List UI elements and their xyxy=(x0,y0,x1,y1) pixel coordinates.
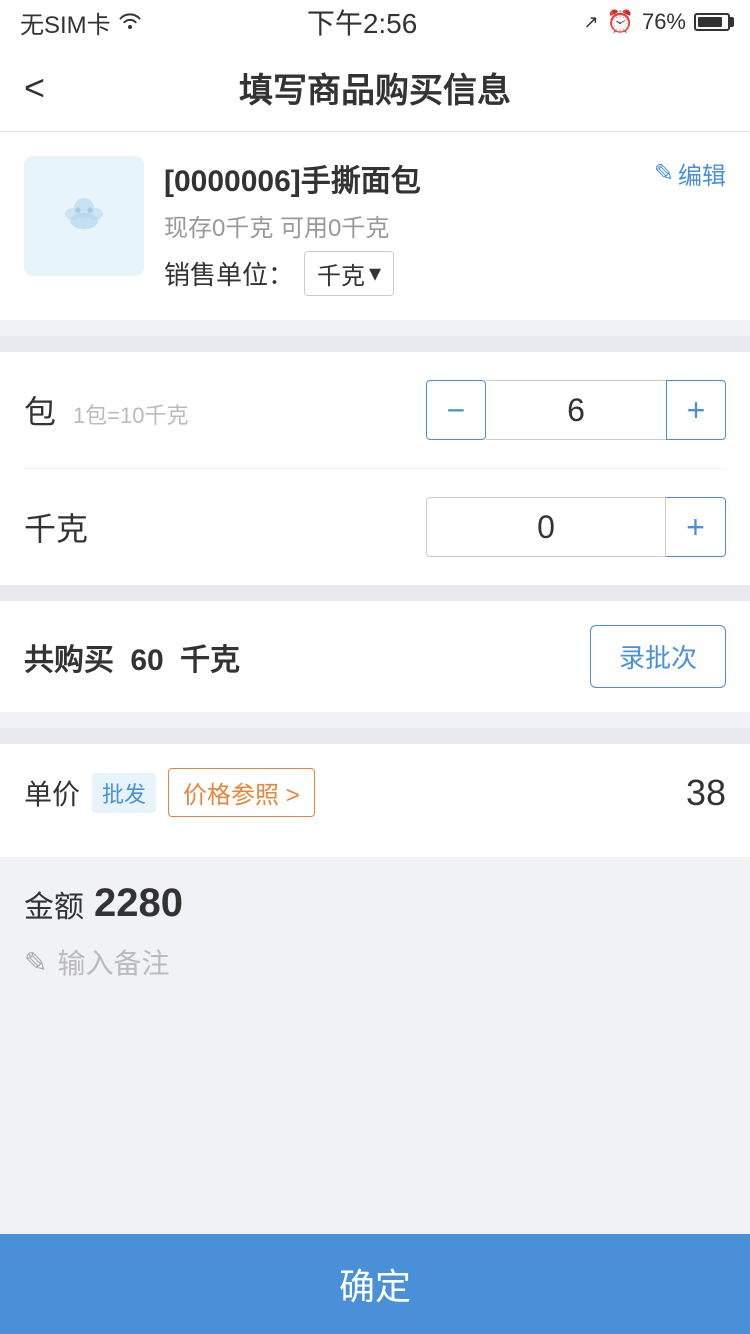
unit-label: 销售单位： xyxy=(164,255,294,292)
page-title: 填写商品购买信息 xyxy=(239,63,511,112)
product-info: [0000006]手撕面包 现存0千克 可用0千克 销售单位： 千克 ▾ xyxy=(164,156,726,296)
divider-2 xyxy=(0,585,750,601)
kg-plus-button[interactable]: + xyxy=(666,497,726,557)
summary-amount: 60 xyxy=(130,644,163,677)
product-unit-row: 销售单位： 千克 ▾ xyxy=(164,251,726,296)
amount-section: 金额 2280 ✎ 输入备注 xyxy=(0,857,750,1006)
unit-select[interactable]: 千克 ▾ xyxy=(304,251,394,296)
product-stock: 现存0千克 可用0千克 xyxy=(164,208,726,243)
price-value: 38 xyxy=(686,772,726,814)
status-time: 下午2:56 xyxy=(307,2,418,42)
product-thumbnail xyxy=(24,156,144,276)
status-right: ↗ ⏰ 76% xyxy=(583,9,730,35)
product-card: [0000006]手撕面包 现存0千克 可用0千克 销售单位： 千克 ▾ ✎ 编… xyxy=(0,132,750,320)
summary-text: 共购买 60 千克 xyxy=(24,635,240,679)
batch-button[interactable]: 录批次 xyxy=(590,625,726,688)
price-section: 单价 批发 价格参照 > 38 xyxy=(0,744,750,857)
status-bar: 无SIM卡 下午2:56 ↗ ⏰ 76% xyxy=(0,0,750,44)
chevron-down-icon: ▾ xyxy=(369,259,381,288)
bao-qty-control: − + xyxy=(426,380,726,440)
nav-bar: < 填写商品购买信息 xyxy=(0,44,750,132)
unit-value: 千克 xyxy=(317,256,365,291)
battery-icon xyxy=(694,13,730,31)
note-row[interactable]: ✎ 输入备注 xyxy=(24,942,726,982)
divider-3 xyxy=(0,728,750,744)
amount-label: 金额 xyxy=(24,882,84,926)
price-badge: 批发 xyxy=(92,773,156,813)
price-label: 单价 xyxy=(24,773,80,813)
bao-hint: 1包=10千克 xyxy=(73,403,189,428)
bao-quantity-input[interactable] xyxy=(486,380,666,440)
alarm-icon: ⏰ xyxy=(607,9,634,35)
back-button[interactable]: < xyxy=(24,67,45,109)
bao-section: 包 1包=10千克 − + 千克 + xyxy=(0,352,750,585)
confirm-button[interactable]: 确定 xyxy=(0,1234,750,1334)
amount-row: 金额 2280 xyxy=(24,881,726,926)
product-name: [0000006]手撕面包 xyxy=(164,156,726,200)
kg-label: 千克 xyxy=(24,504,426,550)
price-ref-button[interactable]: 价格参照 > xyxy=(168,768,315,817)
carrier-label: 无SIM卡 xyxy=(20,5,111,40)
edit-button[interactable]: ✎ 编辑 xyxy=(654,156,726,191)
bao-label: 包 1包=10千克 xyxy=(24,387,426,433)
wifi-icon xyxy=(119,8,141,36)
kg-qty-control: + xyxy=(426,497,726,557)
edit-icon: ✎ xyxy=(654,159,674,188)
divider-1 xyxy=(0,336,750,352)
price-row: 单价 批发 价格参照 > 38 xyxy=(24,768,726,817)
status-left: 无SIM卡 xyxy=(20,5,141,40)
kg-row: 千克 + xyxy=(24,469,726,585)
amount-value: 2280 xyxy=(94,881,183,926)
note-placeholder: 输入备注 xyxy=(57,942,169,982)
pencil-icon: ✎ xyxy=(24,946,47,979)
summary-section: 共购买 60 千克 录批次 xyxy=(0,601,750,712)
bao-plus-button[interactable]: + xyxy=(666,380,726,440)
bao-row: 包 1包=10千克 − + xyxy=(24,352,726,469)
bao-minus-button[interactable]: − xyxy=(426,380,486,440)
kg-quantity-input[interactable] xyxy=(426,497,666,557)
battery-percent: 76% xyxy=(642,9,686,35)
location-icon: ↗ xyxy=(583,12,598,33)
